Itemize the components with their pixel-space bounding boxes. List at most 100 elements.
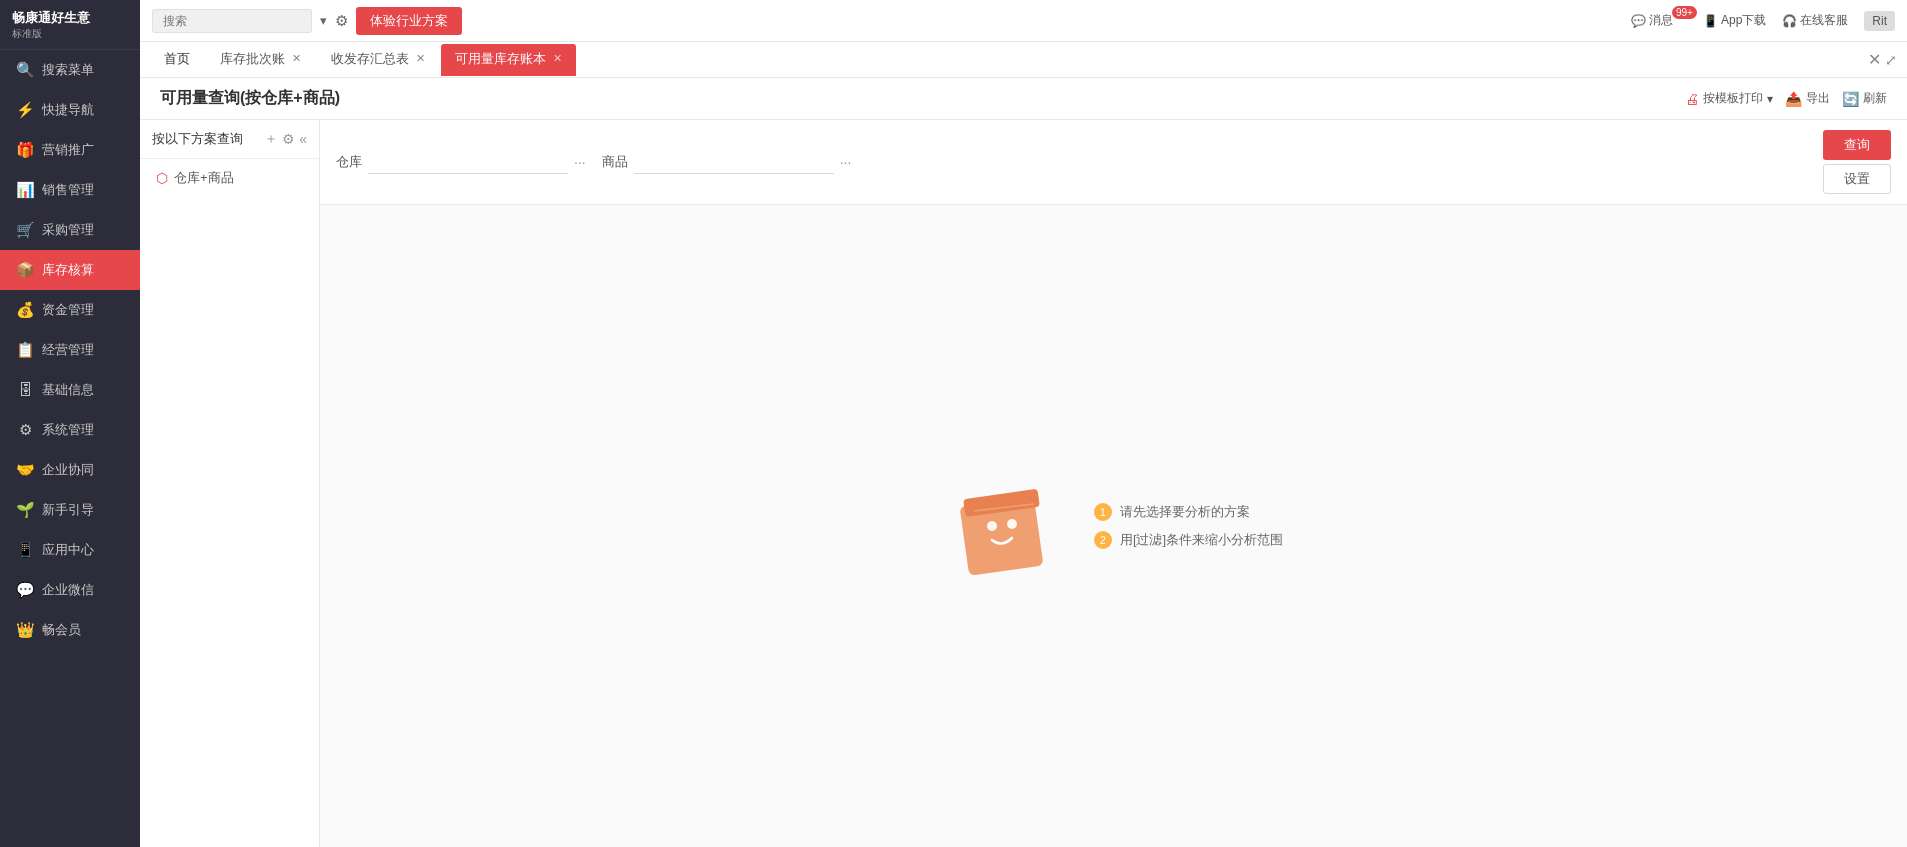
- app-edition: 标准版: [12, 27, 128, 41]
- app-download-label: App下载: [1721, 12, 1766, 29]
- tab-receipts-summary-label: 收发存汇总表: [331, 50, 409, 68]
- tip-num-2: 2: [1094, 531, 1112, 549]
- sidebar-item-marketing[interactable]: 🎁 营销推广: [0, 130, 140, 170]
- sidebar-item-label: 营销推广: [42, 141, 94, 159]
- query-submit-btn[interactable]: 查询: [1823, 130, 1891, 160]
- mobile-download-icon: 📱: [1703, 14, 1718, 28]
- refresh-btn[interactable]: 🔄 刷新: [1842, 90, 1887, 107]
- print-label: 按模板打印: [1703, 90, 1763, 107]
- sidebar-item-corp-wechat[interactable]: 💬 企业微信: [0, 570, 140, 610]
- empty-tips: 1 请先选择要分析的方案 2 用[过滤]条件来缩小分析范围: [1094, 503, 1283, 549]
- tip-item-2: 2 用[过滤]条件来缩小分析范围: [1094, 531, 1283, 549]
- service-label: 在线客服: [1800, 12, 1848, 29]
- chat-icon: 💬: [16, 581, 34, 599]
- sidebar-item-label: 快捷导航: [42, 101, 94, 119]
- message-badge: 99+: [1672, 6, 1697, 19]
- sidebar-item-member[interactable]: 👑 畅会员: [0, 610, 140, 650]
- message-icon: 💬: [1631, 14, 1646, 28]
- sidebar-item-system[interactable]: ⚙ 系统管理: [0, 410, 140, 450]
- goods-field-group: 商品 ···: [602, 150, 852, 174]
- tab-receipts-summary-close[interactable]: ✕: [416, 52, 425, 65]
- headset-icon: 🎧: [1782, 14, 1797, 28]
- sidebar-item-label: 应用中心: [42, 541, 94, 559]
- sidebar-item-inventory[interactable]: 📦 库存核算: [0, 250, 140, 290]
- main-area: ▾ ⚙ 体验行业方案 💬 消息 99+ 📱 App下载 🎧 在线客服 Rit: [140, 0, 1907, 847]
- sidebar-item-operations[interactable]: 📋 经营管理: [0, 330, 140, 370]
- sidebar-item-enterprise[interactable]: 🤝 企业协同: [0, 450, 140, 490]
- tabs-bar: 首页 库存批次账 ✕ 收发存汇总表 ✕ 可用量库存账本 ✕ ✕ ⤢: [140, 42, 1907, 78]
- message-label: 消息: [1649, 12, 1673, 29]
- warehouse-field-group: 仓库 ···: [336, 150, 586, 174]
- query-action-btns: 查询 设置: [1823, 130, 1891, 194]
- tab-receipts-summary[interactable]: 收发存汇总表 ✕: [317, 44, 439, 76]
- tab-batch-ledger[interactable]: 库存批次账 ✕: [206, 44, 315, 76]
- search-icon: 🔍: [16, 61, 34, 79]
- sidebar-item-label: 新手引导: [42, 501, 94, 519]
- print-dropdown-icon: ▾: [1767, 92, 1773, 106]
- tab-batch-ledger-close[interactable]: ✕: [292, 52, 301, 65]
- sidebar-item-purchase[interactable]: 🛒 采购管理: [0, 210, 140, 250]
- sidebar: 畅康通好生意 标准版 🔍 搜索菜单 ⚡ 快捷导航 🎁 营销推广 📊 销售管理 🛒…: [0, 0, 140, 847]
- add-filter-btn[interactable]: ＋: [264, 130, 278, 148]
- export-btn[interactable]: 📤 导出: [1785, 90, 1830, 107]
- database-icon: 🗄: [16, 381, 34, 398]
- filter-header-icons: ＋ ⚙ «: [264, 130, 307, 148]
- industry-btn[interactable]: 体验行业方案: [356, 7, 462, 35]
- tip-text-1: 请先选择要分析的方案: [1120, 503, 1250, 521]
- sidebar-item-finance[interactable]: 💰 资金管理: [0, 290, 140, 330]
- export-label: 导出: [1806, 90, 1830, 107]
- sidebar-item-label: 资金管理: [42, 301, 94, 319]
- sidebar-item-app-center[interactable]: 📱 应用中心: [0, 530, 140, 570]
- lightning-icon: ⚡: [16, 101, 34, 119]
- svg-point-3: [1007, 519, 1017, 529]
- sidebar-item-shortcut[interactable]: ⚡ 快捷导航: [0, 90, 140, 130]
- tab-available-ledger[interactable]: 可用量库存账本 ✕: [441, 44, 576, 76]
- query-settings-btn[interactable]: 设置: [1823, 164, 1891, 194]
- online-service-btn[interactable]: 🎧 在线客服: [1782, 12, 1848, 29]
- sidebar-item-sales[interactable]: 📊 销售管理: [0, 170, 140, 210]
- crown-icon: 👑: [16, 621, 34, 639]
- collapse-filter-btn[interactable]: «: [299, 130, 307, 148]
- sidebar-item-label: 企业微信: [42, 581, 94, 599]
- sprout-icon: 🌱: [16, 501, 34, 519]
- gift-icon: 🎁: [16, 141, 34, 159]
- sidebar-item-newcomer[interactable]: 🌱 新手引导: [0, 490, 140, 530]
- tab-batch-ledger-label: 库存批次账: [220, 50, 285, 68]
- warehouse-input[interactable]: [368, 150, 568, 174]
- search-dropdown-btn[interactable]: ▾: [320, 13, 327, 28]
- sidebar-item-label: 库存核算: [42, 261, 94, 279]
- warehouse-more-btn[interactable]: ···: [574, 154, 586, 170]
- filter-panel: 按以下方案查询 ＋ ⚙ « ⬡ 仓库+商品: [140, 120, 320, 847]
- app-name: 畅康通好生意: [12, 10, 128, 27]
- topbar-right: 💬 消息 99+ 📱 App下载 🎧 在线客服 Rit: [1631, 11, 1895, 31]
- message-btn[interactable]: 💬 消息 99+: [1631, 12, 1687, 29]
- goods-input[interactable]: [634, 150, 834, 174]
- sidebar-item-basic[interactable]: 🗄 基础信息: [0, 370, 140, 410]
- search-input[interactable]: [152, 9, 312, 33]
- goods-more-btn[interactable]: ···: [840, 154, 852, 170]
- sidebar-logo: 畅康通好生意 标准版: [0, 0, 140, 50]
- topbar: ▾ ⚙ 体验行业方案 💬 消息 99+ 📱 App下载 🎧 在线客服 Rit: [140, 0, 1907, 42]
- refresh-label: 刷新: [1863, 90, 1887, 107]
- user-avatar[interactable]: Rit: [1864, 11, 1895, 31]
- empty-box-svg: [944, 466, 1064, 586]
- sidebar-item-label: 经营管理: [42, 341, 94, 359]
- app-download-btn[interactable]: 📱 App下载: [1703, 12, 1766, 29]
- settings-btn[interactable]: ⚙: [335, 12, 348, 30]
- tip-num-1: 1: [1094, 503, 1112, 521]
- filter-item-warehouse-goods[interactable]: ⬡ 仓库+商品: [140, 159, 319, 197]
- goods-field-label: 商品: [602, 153, 628, 171]
- empty-illustration: [944, 466, 1064, 586]
- sidebar-item-search[interactable]: 🔍 搜索菜单: [0, 50, 140, 90]
- refresh-icon: 🔄: [1842, 91, 1859, 107]
- tabs-right-btns: ✕ ⤢: [1868, 50, 1897, 69]
- close-all-tabs-btn[interactable]: ✕: [1868, 50, 1881, 69]
- expand-btn[interactable]: ⤢: [1885, 50, 1897, 69]
- svg-point-2: [987, 521, 997, 531]
- print-template-btn[interactable]: 🖨 按模板打印 ▾: [1685, 90, 1773, 107]
- tab-home[interactable]: 首页: [150, 44, 204, 76]
- settings-filter-btn[interactable]: ⚙: [282, 130, 295, 148]
- tab-available-ledger-close[interactable]: ✕: [553, 52, 562, 65]
- gear-icon: ⚙: [16, 421, 34, 439]
- cart-icon: 🛒: [16, 221, 34, 239]
